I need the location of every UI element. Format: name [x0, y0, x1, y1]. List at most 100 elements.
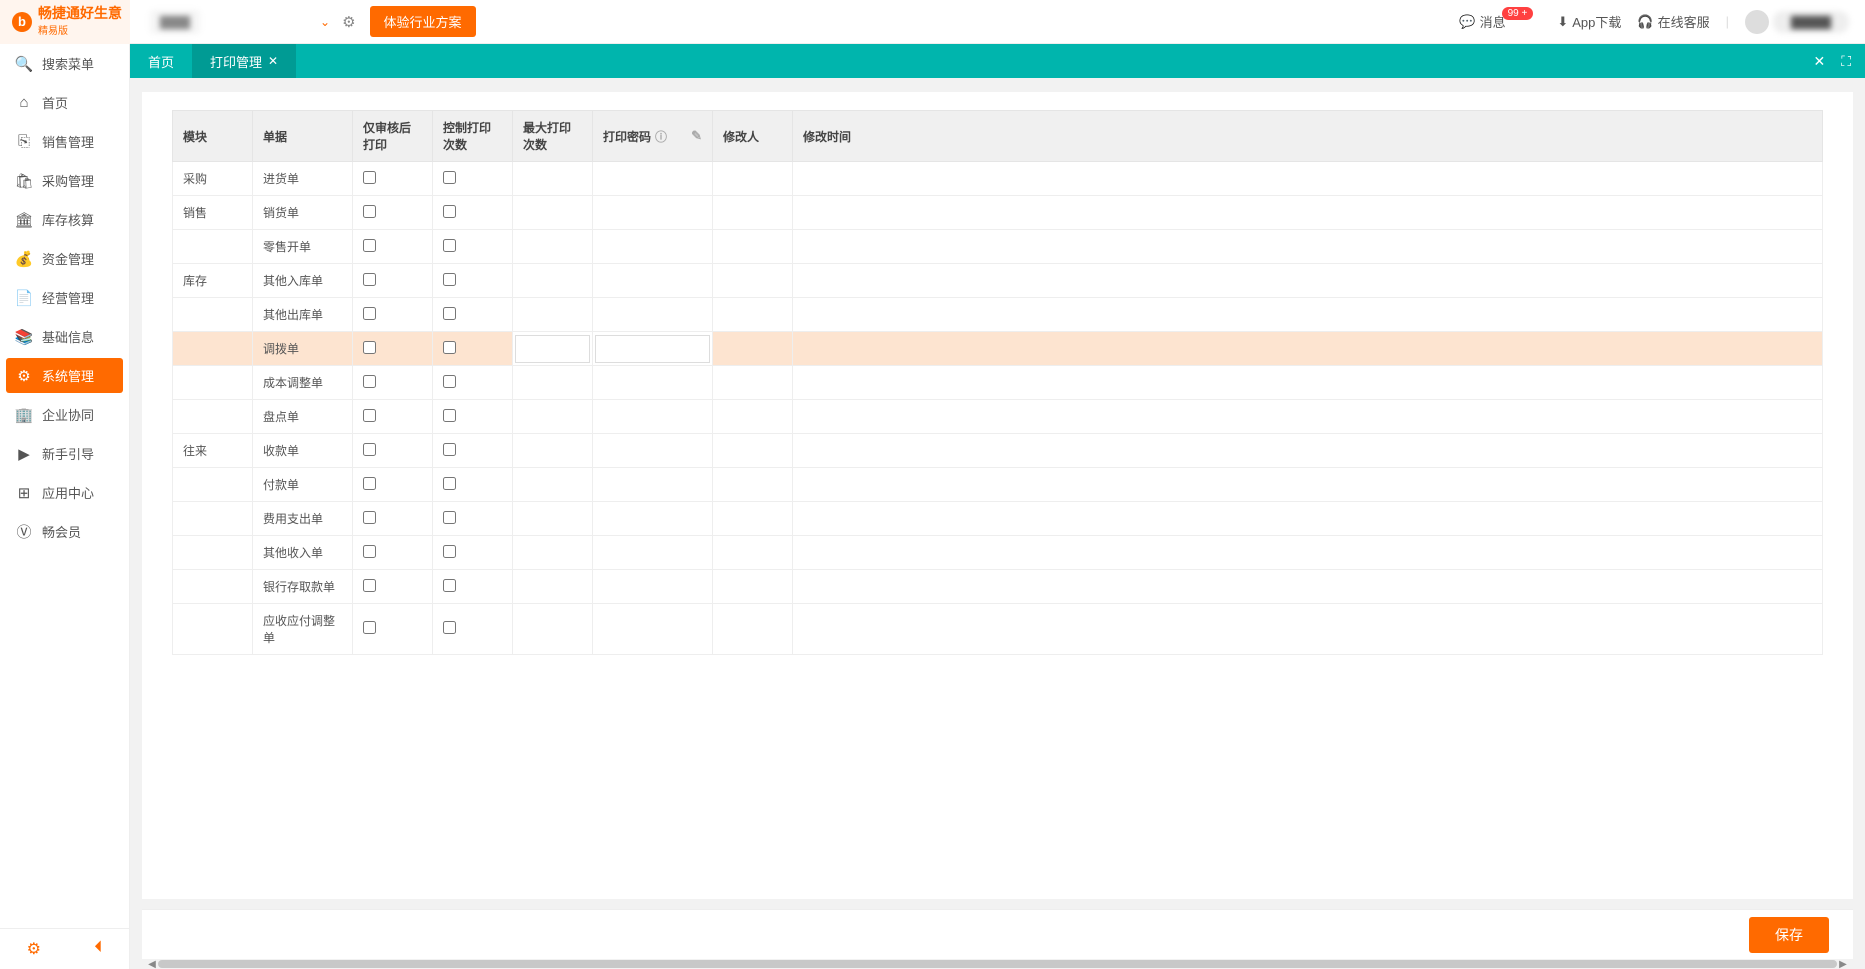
cell-max-count[interactable] [513, 604, 593, 655]
sidebar-item-home[interactable]: ⌂首页 [0, 83, 129, 122]
cell-control-count[interactable] [433, 366, 513, 400]
sidebar-item-finance[interactable]: 💰资金管理 [0, 239, 129, 278]
audit-print-checkbox[interactable] [363, 205, 376, 218]
sidebar-item-enterprise[interactable]: 🏢企业协同 [0, 395, 129, 434]
scroll-right-icon[interactable]: ▶ [1837, 959, 1849, 969]
chevron-down-icon[interactable]: ⌄ [320, 15, 330, 29]
control-count-checkbox[interactable] [443, 443, 456, 456]
cell-control-count[interactable] [433, 570, 513, 604]
cell-max-count[interactable] [513, 434, 593, 468]
cell-max-count[interactable] [513, 298, 593, 332]
scroll-left-icon[interactable]: ◀ [146, 959, 158, 969]
audit-print-checkbox[interactable] [363, 511, 376, 524]
cell-max-count[interactable] [513, 332, 593, 366]
cell-control-count[interactable] [433, 264, 513, 298]
cell-control-count[interactable] [433, 400, 513, 434]
cell-max-count[interactable] [513, 400, 593, 434]
cell-audit-print[interactable] [353, 536, 433, 570]
close-icon[interactable]: ✕ [268, 54, 278, 68]
cell-control-count[interactable] [433, 502, 513, 536]
cell-password[interactable] [593, 400, 713, 434]
cell-audit-print[interactable] [353, 468, 433, 502]
cell-max-count[interactable] [513, 536, 593, 570]
cell-max-count[interactable] [513, 162, 593, 196]
gear-icon[interactable]: ⚙ [342, 13, 355, 31]
cell-max-count[interactable] [513, 502, 593, 536]
audit-print-checkbox[interactable] [363, 239, 376, 252]
control-count-checkbox[interactable] [443, 477, 456, 490]
cell-password[interactable] [593, 230, 713, 264]
control-count-checkbox[interactable] [443, 341, 456, 354]
online-service-link[interactable]: 🎧 在线客服 [1637, 12, 1709, 31]
cell-audit-print[interactable] [353, 332, 433, 366]
help-icon[interactable]: ⓘ [655, 130, 667, 144]
cell-password[interactable] [593, 502, 713, 536]
cell-max-count[interactable] [513, 196, 593, 230]
cell-audit-print[interactable] [353, 196, 433, 230]
cell-control-count[interactable] [433, 230, 513, 264]
cell-password[interactable] [593, 366, 713, 400]
audit-print-checkbox[interactable] [363, 545, 376, 558]
audit-print-checkbox[interactable] [363, 621, 376, 634]
cell-audit-print[interactable] [353, 434, 433, 468]
user-menu[interactable]: ▇▇▇▇ [1745, 10, 1849, 34]
audit-print-checkbox[interactable] [363, 171, 376, 184]
settings-icon[interactable]: ⚙ [27, 939, 41, 959]
industry-plan-button[interactable]: 体验行业方案 [370, 6, 476, 37]
cell-control-count[interactable] [433, 162, 513, 196]
audit-print-checkbox[interactable] [363, 273, 376, 286]
audit-print-checkbox[interactable] [363, 443, 376, 456]
cell-audit-print[interactable] [353, 604, 433, 655]
audit-print-checkbox[interactable] [363, 579, 376, 592]
cell-audit-print[interactable] [353, 570, 433, 604]
audit-print-checkbox[interactable] [363, 375, 376, 388]
cell-password[interactable] [593, 604, 713, 655]
cell-max-count[interactable] [513, 468, 593, 502]
cell-audit-print[interactable] [353, 298, 433, 332]
sidebar-item-basic[interactable]: 📚基础信息 [0, 317, 129, 356]
cell-password[interactable] [593, 196, 713, 230]
control-count-checkbox[interactable] [443, 409, 456, 422]
cell-audit-print[interactable] [353, 502, 433, 536]
cell-audit-print[interactable] [353, 400, 433, 434]
control-count-checkbox[interactable] [443, 205, 456, 218]
cell-control-count[interactable] [433, 434, 513, 468]
sidebar-item-purchase[interactable]: 🛍采购管理 [0, 161, 129, 200]
control-count-checkbox[interactable] [443, 171, 456, 184]
tab-home[interactable]: 首页 [130, 44, 192, 78]
sidebar-item-vip[interactable]: Ⓥ畅会员 [0, 512, 129, 551]
control-count-checkbox[interactable] [443, 273, 456, 286]
control-count-checkbox[interactable] [443, 621, 456, 634]
cell-password[interactable] [593, 434, 713, 468]
audit-print-checkbox[interactable] [363, 307, 376, 320]
cell-control-count[interactable] [433, 298, 513, 332]
sidebar-item-sales[interactable]: ⎘销售管理 [0, 122, 129, 161]
cell-control-count[interactable] [433, 604, 513, 655]
sidebar-item-system[interactable]: ⚙系统管理 [6, 358, 123, 393]
cell-password[interactable] [593, 298, 713, 332]
control-count-checkbox[interactable] [443, 307, 456, 320]
app-download-link[interactable]: ⬇ App下载 [1557, 12, 1621, 31]
cell-control-count[interactable] [433, 332, 513, 366]
cell-audit-print[interactable] [353, 162, 433, 196]
sidebar-item-search[interactable]: 🔍搜索菜单 [0, 44, 129, 83]
fullscreen-icon[interactable]: ⛶ [1841, 53, 1851, 70]
sidebar-item-inventory[interactable]: 🏛库存核算 [0, 200, 129, 239]
audit-print-checkbox[interactable] [363, 477, 376, 490]
cell-password[interactable] [593, 570, 713, 604]
control-count-checkbox[interactable] [443, 239, 456, 252]
cell-audit-print[interactable] [353, 230, 433, 264]
sidebar-item-guide[interactable]: ▶新手引导 [0, 434, 129, 473]
messages-link[interactable]: 💬 消息 99 + [1459, 12, 1541, 31]
cell-password[interactable] [593, 332, 713, 366]
cell-audit-print[interactable] [353, 366, 433, 400]
cell-control-count[interactable] [433, 536, 513, 570]
control-count-checkbox[interactable] [443, 375, 456, 388]
control-count-checkbox[interactable] [443, 545, 456, 558]
cell-audit-print[interactable] [353, 264, 433, 298]
company-select[interactable]: ▇▇▇ [150, 10, 200, 34]
scroll-thumb[interactable] [158, 960, 1837, 968]
cell-password[interactable] [593, 468, 713, 502]
cell-control-count[interactable] [433, 468, 513, 502]
cell-password[interactable] [593, 536, 713, 570]
